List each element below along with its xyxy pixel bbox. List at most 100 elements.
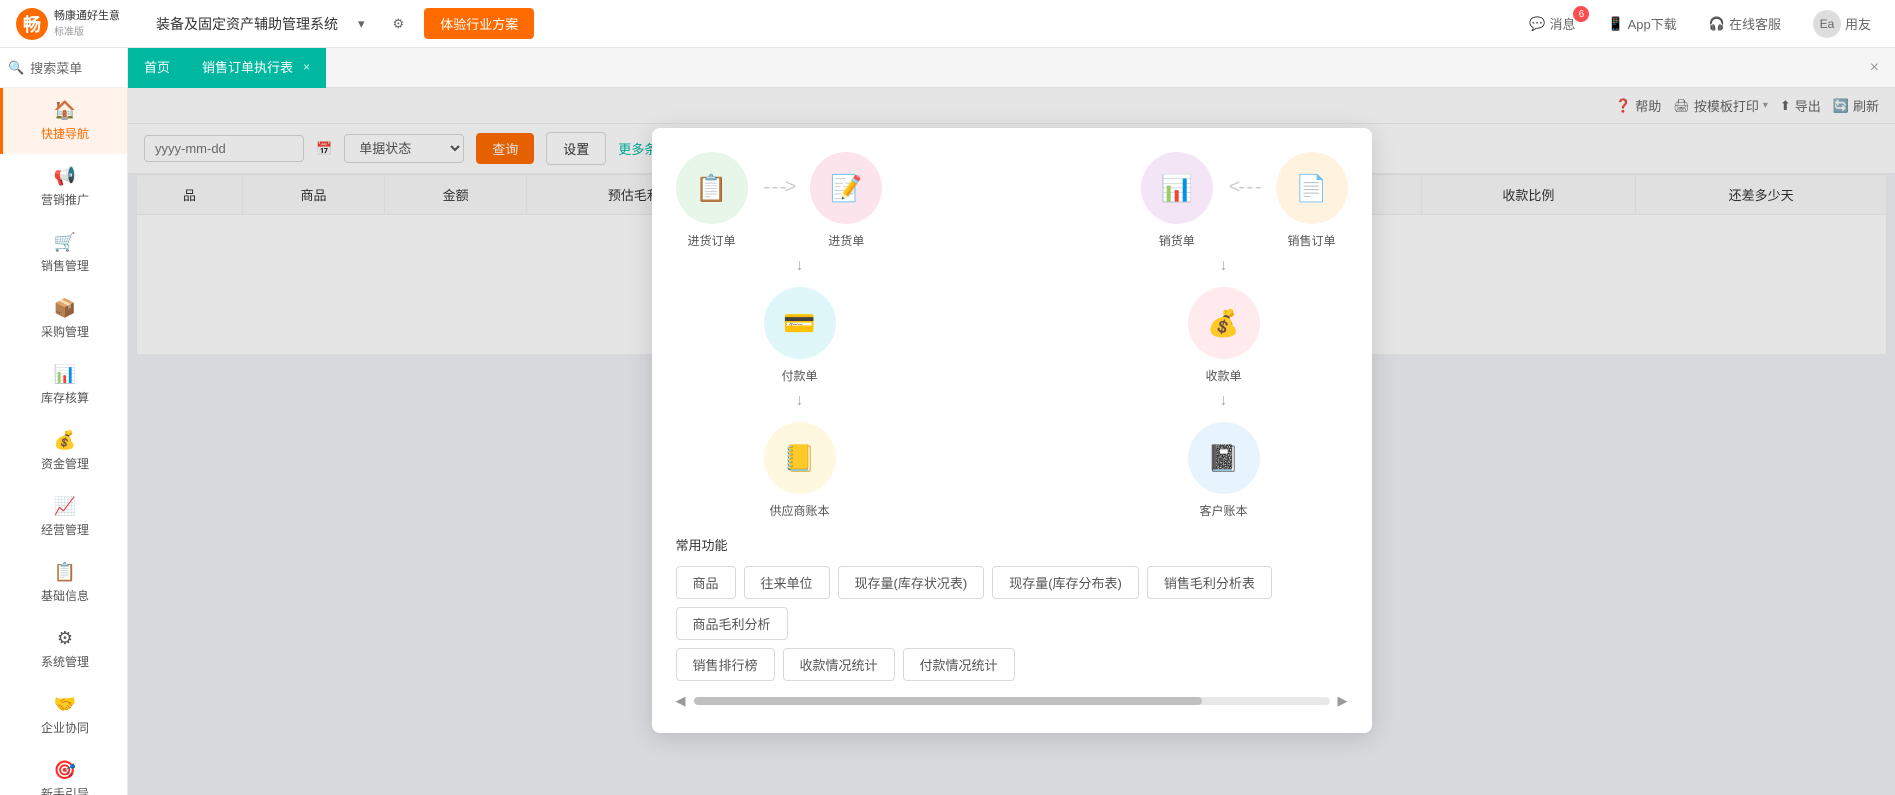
payment-bill-label: 付款单 xyxy=(781,367,817,384)
purchase-bill-label: 进货单 xyxy=(828,232,864,249)
scroll-left-btn[interactable]: ◀ xyxy=(676,693,686,709)
sidebar-item-label: 库存核算 xyxy=(41,389,89,406)
tab-sales-order[interactable]: 销售订单执行表 × xyxy=(186,48,326,88)
flow-node-sales-bill: 📊 销货单 xyxy=(1141,152,1213,249)
sidebar-item-quick-nav[interactable]: 🏠 快捷导航 xyxy=(0,88,127,154)
sidebar-item-purchase[interactable]: 📦 采购管理 xyxy=(0,286,127,352)
message-label: 消息 xyxy=(1549,14,1575,33)
sidebar-item-guide[interactable]: 🎯 新手引导 xyxy=(0,748,127,795)
system-title: 装备及固定资产辅助管理系统 xyxy=(156,14,338,34)
common-btn-sales-rank[interactable]: 销售排行榜 xyxy=(676,648,775,681)
common-buttons-row2: 销售排行榜 收款情况统计 付款情况统计 xyxy=(676,648,1348,681)
sidebar-item-label: 销售管理 xyxy=(41,257,89,274)
receipt-bill-label: 收款单 xyxy=(1205,367,1241,384)
common-btn-partners[interactable]: 往来单位 xyxy=(744,566,830,599)
app-download-btn[interactable]: 📱 App下载 xyxy=(1599,10,1684,37)
app-download-label: App下载 xyxy=(1628,14,1677,33)
sales-order-label: 销售订单 xyxy=(1287,232,1335,249)
sidebar-item-system[interactable]: ⚙ 系统管理 xyxy=(0,616,127,682)
tab-close-btn[interactable]: × xyxy=(303,60,310,74)
sidebar-item-label: 新手引导 xyxy=(41,785,89,795)
app-download-icon: 📱 xyxy=(1607,16,1623,32)
logo-sub: 标准版 xyxy=(54,23,120,38)
sidebar-item-label: 营销推广 xyxy=(41,191,89,208)
tab-home[interactable]: 首页 xyxy=(128,48,186,88)
message-icon: 💬 xyxy=(1529,16,1545,32)
enterprise-icon: 🤝 xyxy=(54,694,76,715)
sidebar-item-sales[interactable]: 🛒 销售管理 xyxy=(0,220,127,286)
tab-bar-end: × xyxy=(1862,59,1895,77)
flow-node-supplier-book: ↓ 📒 供应商账本 xyxy=(764,392,836,519)
sidebar-item-enterprise[interactable]: 🤝 企业协同 xyxy=(0,682,127,748)
guide-icon: 🎯 xyxy=(54,760,76,781)
modal-overlay[interactable]: 📋 进货订单 - - -> 📝 xyxy=(128,88,1895,795)
common-btn-sales-profit[interactable]: 销售毛利分析表 xyxy=(1147,566,1272,599)
content-area: 首页 销售订单执行表 × × ❓ 帮助 xyxy=(128,48,1895,795)
purchase-order-label: 进货订单 xyxy=(687,232,735,249)
customer-book-label: 客户账本 xyxy=(1199,502,1247,519)
search-label: 搜索菜单 xyxy=(30,58,82,77)
logo-text: 畅康通好生意 xyxy=(54,9,120,23)
common-btn-goods-profit[interactable]: 商品毛利分析 xyxy=(676,607,788,640)
common-btn-payment-stat[interactable]: 付款情况统计 xyxy=(903,648,1015,681)
user-menu[interactable]: Ea 用友 xyxy=(1805,6,1879,42)
settings-icon[interactable]: ⚙ xyxy=(385,12,413,36)
sidebar-item-label: 资金管理 xyxy=(41,455,89,472)
scrollbar-thumb xyxy=(694,697,1203,705)
common-btn-stock-dist[interactable]: 现存量(库存分布表) xyxy=(992,566,1139,599)
purchase-bill-icon: 📝 xyxy=(810,152,882,224)
flow-node-receipt: ↓ 💰 收款单 xyxy=(1188,257,1260,384)
marketing-icon: 📢 xyxy=(54,166,76,187)
common-btn-goods[interactable]: 商品 xyxy=(676,566,736,599)
user-name: 用友 xyxy=(1845,14,1871,33)
common-btn-stock-status[interactable]: 现存量(库存状况表) xyxy=(838,566,985,599)
sidebar-item-basic[interactable]: 📋 基础信息 xyxy=(0,550,127,616)
online-service-btn[interactable]: 🎧 在线客服 xyxy=(1701,10,1789,37)
logo-area: 畅 畅康通好生意 标准版 xyxy=(16,8,144,40)
sidebar-item-finance[interactable]: 💰 资金管理 xyxy=(0,418,127,484)
message-badge: 6 xyxy=(1573,6,1589,22)
common-functions-title: 常用功能 xyxy=(676,535,1348,554)
common-btn-receipt-stat[interactable]: 收款情况统计 xyxy=(783,648,895,681)
common-buttons-row1: 商品 往来单位 现存量(库存状况表) 现存量(库存分布表) 销售毛利分析表 商品… xyxy=(676,566,1348,640)
sales-order-icon: 📄 xyxy=(1276,152,1348,224)
sales-icon: 🛒 xyxy=(54,232,76,253)
sales-bill-label: 销货单 xyxy=(1159,232,1195,249)
online-service-label: 在线客服 xyxy=(1729,14,1781,33)
tab-content: ❓ 帮助 🖨 按模板打印 ▾ ⬆ 导出 🔄 xyxy=(128,88,1895,795)
close-all-tabs-btn[interactable]: × xyxy=(1862,59,1887,77)
online-service-icon: 🎧 xyxy=(1709,16,1725,32)
operation-icon: 📈 xyxy=(54,496,76,517)
flow-node-customer-book: ↓ 📓 客户账本 xyxy=(1188,392,1260,519)
logo-icon: 畅 xyxy=(16,8,48,40)
inventory-icon: 📊 xyxy=(54,364,76,385)
avatar: Ea xyxy=(1813,10,1841,38)
payment-bill-icon: 💳 xyxy=(764,287,836,359)
flow-node-payment: ↓ 💳 付款单 xyxy=(764,257,836,384)
flow-node-sales-order: 📄 销售订单 xyxy=(1276,152,1348,249)
supplier-book-label: 供应商账本 xyxy=(769,502,829,519)
experience-btn[interactable]: 体验行业方案 xyxy=(424,8,534,39)
sales-bill-icon: 📊 xyxy=(1141,152,1213,224)
message-btn[interactable]: 💬 消息 6 xyxy=(1521,10,1583,37)
purchase-order-icon: 📋 xyxy=(676,152,748,224)
horizontal-scrollbar[interactable]: ◀ ▶ xyxy=(676,693,1348,709)
search-icon: 🔍 xyxy=(8,60,24,76)
finance-icon: 💰 xyxy=(54,430,76,451)
sidebar-item-label: 企业协同 xyxy=(41,719,89,736)
sidebar-item-marketing[interactable]: 📢 营销推广 xyxy=(0,154,127,220)
sidebar-item-operation[interactable]: 📈 经营管理 xyxy=(0,484,127,550)
scrollbar-track[interactable] xyxy=(694,697,1330,705)
sidebar: 🔍 搜索菜单 🏠 快捷导航 📢 营销推广 🛒 销售管理 📦 采购管理 📊 xyxy=(0,48,128,795)
dropdown-arrow-icon[interactable]: ▾ xyxy=(350,12,373,36)
tab-sales-order-label: 销售订单执行表 xyxy=(202,57,293,76)
sidebar-item-label: 系统管理 xyxy=(41,653,89,670)
flow-node-purchase-order: 📋 进货订单 xyxy=(676,152,748,249)
topbar-right: 💬 消息 6 📱 App下载 🎧 在线客服 Ea 用友 xyxy=(1521,6,1879,42)
tab-home-label: 首页 xyxy=(144,57,170,76)
quick-nav-icon: 🏠 xyxy=(54,100,76,121)
basic-icon: 📋 xyxy=(54,562,76,583)
scroll-right-btn[interactable]: ▶ xyxy=(1338,693,1348,709)
sidebar-search[interactable]: 🔍 搜索菜单 xyxy=(0,48,127,88)
sidebar-item-inventory[interactable]: 📊 库存核算 xyxy=(0,352,127,418)
